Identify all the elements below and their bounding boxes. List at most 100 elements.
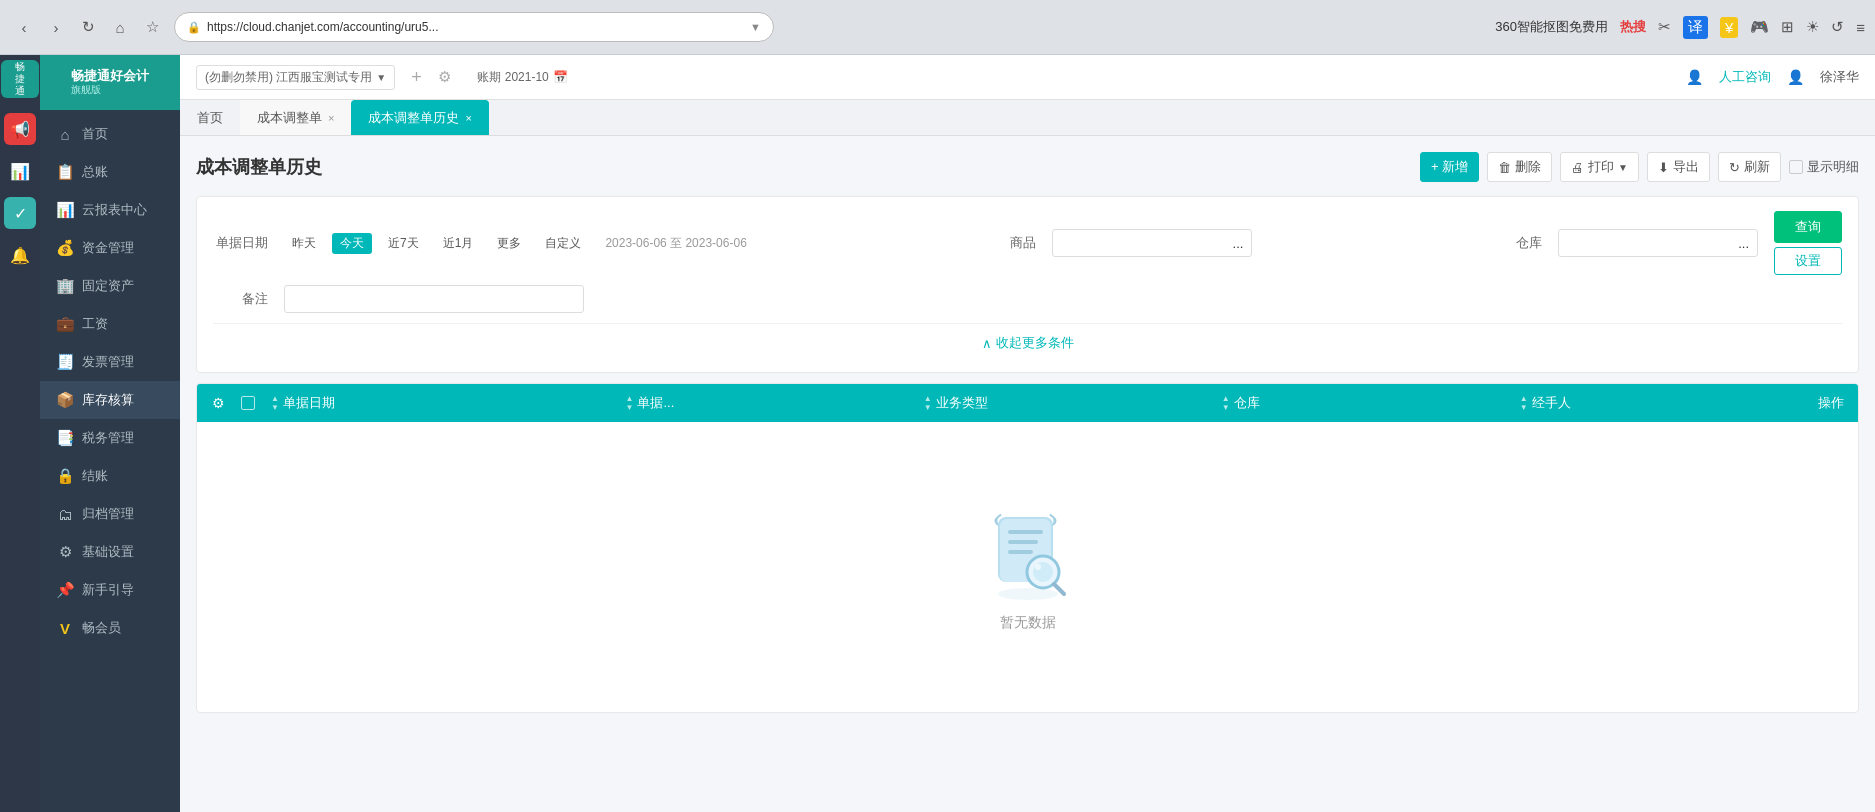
tab-cost-adjust-history[interactable]: 成本调整单历史 × <box>351 100 488 135</box>
strip-chart[interactable]: 📊 <box>4 155 36 187</box>
date-btn-today[interactable]: 今天 <box>332 233 372 254</box>
th-number[interactable]: ▲ ▼ 单据... <box>618 394 916 412</box>
th-warehouse[interactable]: ▲ ▼ 仓库 <box>1214 394 1512 412</box>
export-button[interactable]: ⬇ 导出 <box>1647 152 1710 182</box>
sidebar-item-funds[interactable]: 💰 资金管理 <box>40 229 180 267</box>
sidebar-item-tax[interactable]: 📑 税务管理 <box>40 419 180 457</box>
sidebar-item-ledger[interactable]: 📋 总账 <box>40 153 180 191</box>
menu-icon[interactable]: ≡ <box>1856 19 1865 36</box>
type-sort-icon: ▲ ▼ <box>924 395 932 412</box>
sidebar-item-invoices[interactable]: 🧾 发票管理 <box>40 343 180 381</box>
sidebar-item-guide-label: 新手引导 <box>82 581 134 599</box>
calendar-icon[interactable]: 📅 <box>553 70 568 84</box>
strip-logo: 畅捷通 <box>1 60 39 98</box>
select-all-checkbox[interactable] <box>241 396 255 410</box>
strip-item[interactable]: 🔔 <box>4 239 36 271</box>
sidebar-item-reports-label: 云报表中心 <box>82 201 147 219</box>
settings-icon: ⚙ <box>56 543 74 561</box>
user-label[interactable]: 徐泽华 <box>1820 68 1859 86</box>
sidebar-item-settings[interactable]: ⚙ 基础设置 <box>40 533 180 571</box>
home-button[interactable]: ⌂ <box>106 13 134 41</box>
th-type-label: 业务类型 <box>936 394 988 412</box>
remark-input[interactable] <box>284 285 584 313</box>
strip-active[interactable]: ✓ <box>4 197 36 229</box>
print-button[interactable]: 🖨 打印 ▼ <box>1560 152 1639 182</box>
query-button[interactable]: 查询 <box>1774 211 1842 243</box>
date-btn-1month[interactable]: 近1月 <box>435 233 482 254</box>
grid-icon[interactable]: ⊞ <box>1781 18 1794 36</box>
settings-gear-icon[interactable]: ⚙ <box>438 68 451 86</box>
sidebar-item-archive[interactable]: 🗂 归档管理 <box>40 495 180 533</box>
workspace-selector[interactable]: (勿删勿禁用) 江西服宝测试专用 ▼ <box>196 65 395 90</box>
filter-row-date: 单据日期 昨天 今天 近7天 近1月 更多 自定义 2023-06-06 至 2… <box>213 211 1842 275</box>
funds-icon: 💰 <box>56 239 74 257</box>
date-btn-yesterday[interactable]: 昨天 <box>284 233 324 254</box>
tab-cost-adjust[interactable]: 成本调整单 × <box>240 100 351 135</box>
wallet-icon[interactable]: ¥ <box>1720 17 1738 38</box>
svg-rect-3 <box>1008 530 1043 534</box>
url-text: https://cloud.chanjet.com/accounting/uru… <box>207 20 744 34</box>
export-icon: ⬇ <box>1658 160 1669 175</box>
history-icon[interactable]: ↺ <box>1831 18 1844 36</box>
delete-button[interactable]: 🗑 🗑 删除 删除 <box>1487 152 1552 182</box>
new-button[interactable]: + 新增 <box>1420 152 1479 182</box>
date-btn-7days[interactable]: 近7天 <box>380 233 427 254</box>
display-toggle: 显示明细 <box>1789 158 1859 176</box>
forward-button[interactable]: › <box>42 13 70 41</box>
product-select[interactable]: ... <box>1052 229 1252 257</box>
hot-search-badge: 热搜 <box>1620 18 1646 36</box>
date-btn-more[interactable]: 更多 <box>489 233 529 254</box>
period-label: 账期 <box>477 69 501 86</box>
sidebar-item-close-accounts[interactable]: 🔒 结账 <box>40 457 180 495</box>
date-shortcuts: 昨天 今天 近7天 近1月 更多 自定义 <box>284 233 589 254</box>
empty-state: 暂无数据 <box>197 422 1858 712</box>
star-button[interactable]: ☆ <box>138 13 166 41</box>
collapse-button[interactable]: ∧ 收起更多条件 <box>982 334 1074 352</box>
icon-strip: 畅捷通 📢 📊 ✓ 🔔 <box>0 55 40 812</box>
back-button[interactable]: ‹ <box>10 13 38 41</box>
refresh-button[interactable]: ↻ 刷新 <box>1718 152 1781 182</box>
warehouse-select[interactable]: ... <box>1558 229 1758 257</box>
filter-settings-button[interactable]: 设置 <box>1774 247 1842 275</box>
sidebar-item-fixed-assets[interactable]: 🏢 固定资产 <box>40 267 180 305</box>
translate-icon[interactable]: 译 <box>1683 16 1708 39</box>
refresh-icon: ↻ <box>1729 160 1740 175</box>
print-dropdown-icon: ▼ <box>1618 162 1628 173</box>
main-area: (勿删勿禁用) 江西服宝测试专用 ▼ + ⚙ 账期 2021-10 📅 👤 人工… <box>180 55 1875 812</box>
display-checkbox[interactable] <box>1789 160 1803 174</box>
scissors-icon[interactable]: ✂ <box>1658 18 1671 36</box>
tab-cost-adjust-close[interactable]: × <box>328 112 334 124</box>
table-settings-icon[interactable]: ⚙ <box>203 395 233 411</box>
th-operator[interactable]: ▲ ▼ 经手人 <box>1512 394 1810 412</box>
table-select-all[interactable] <box>233 396 263 410</box>
sidebar-item-guide[interactable]: 📌 新手引导 <box>40 571 180 609</box>
page-tabs: 首页 成本调整单 × 成本调整单历史 × <box>180 100 1875 136</box>
game-icon[interactable]: 🎮 <box>1750 18 1769 36</box>
th-operations: 操作 <box>1810 394 1852 412</box>
sidebar-item-membership-label: 畅会员 <box>82 619 121 637</box>
product-more-icon: ... <box>1233 236 1244 251</box>
operator-sort-icon: ▲ ▼ <box>1520 395 1528 412</box>
th-type[interactable]: ▲ ▼ 业务类型 <box>916 394 1214 412</box>
strip-notification[interactable]: 📢 <box>4 113 36 145</box>
delete-icon: 🗑 <box>1498 160 1511 175</box>
address-bar[interactable]: 🔒 https://cloud.chanjet.com/accounting/u… <box>174 12 774 42</box>
refresh-button[interactable]: ↻ <box>74 13 102 41</box>
tab-cost-adjust-history-close[interactable]: × <box>465 112 471 124</box>
sidebar-item-reports[interactable]: 📊 云报表中心 <box>40 191 180 229</box>
sidebar-item-membership[interactable]: V 畅会员 <box>40 609 180 647</box>
remark-filter-label: 备注 <box>213 290 268 308</box>
tab-cost-adjust-history-label: 成本调整单历史 <box>368 109 459 127</box>
sidebar-item-payroll[interactable]: 💼 工资 <box>40 305 180 343</box>
th-date[interactable]: ▲ ▼ 单据日期 <box>263 394 618 412</box>
sidebar-item-home[interactable]: ⌂ 首页 <box>40 115 180 153</box>
display-toggle-label: 显示明细 <box>1807 158 1859 176</box>
logo-main-text: 畅捷通好会计 <box>71 68 149 84</box>
sun-icon[interactable]: ☀ <box>1806 18 1819 36</box>
date-btn-custom[interactable]: 自定义 <box>537 233 589 254</box>
sidebar-item-inventory[interactable]: 📦 库存核算 <box>40 381 180 419</box>
address-dropdown-icon[interactable]: ▼ <box>750 21 761 33</box>
add-workspace-btn[interactable]: + <box>411 67 422 88</box>
tab-home[interactable]: 首页 <box>180 100 240 135</box>
service-label[interactable]: 人工咨询 <box>1719 68 1771 86</box>
